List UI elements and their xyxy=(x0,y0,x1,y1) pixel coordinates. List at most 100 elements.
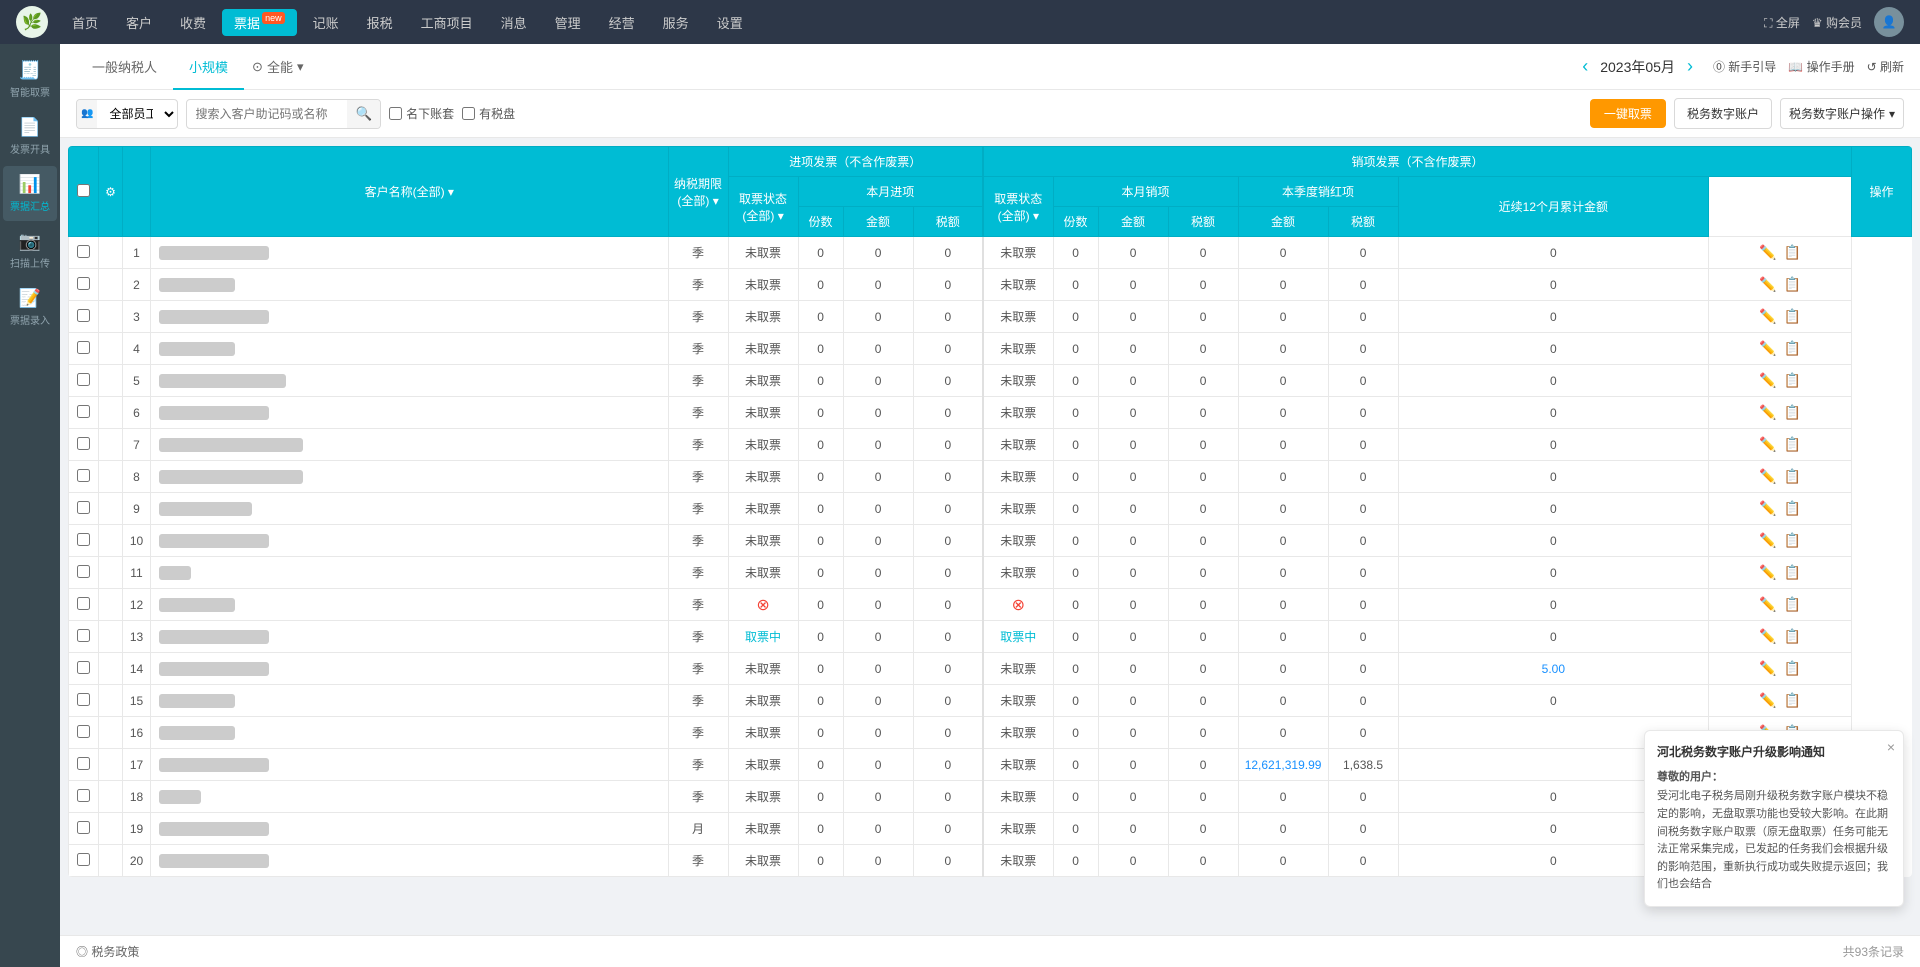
row-checkbox[interactable] xyxy=(77,437,90,450)
row-edit-btn[interactable]: ✏️ xyxy=(1757,402,1778,423)
sidebar-item-smart-invoice[interactable]: 🧾 智能取票 xyxy=(3,52,57,107)
row-checkbox[interactable] xyxy=(77,405,90,418)
row-edit-btn[interactable]: ✏️ xyxy=(1757,498,1778,519)
row-copy-btn[interactable]: 📋 xyxy=(1782,658,1803,679)
row-period-cell: 月 xyxy=(668,813,728,845)
row-copy-btn[interactable]: 📋 xyxy=(1782,626,1803,647)
nav-accounting[interactable]: 记账 xyxy=(301,9,351,36)
row-checkbox[interactable] xyxy=(77,373,90,386)
row-checkbox[interactable] xyxy=(77,853,90,866)
date-prev-arrow[interactable]: ‹ xyxy=(1582,56,1588,77)
nav-manage[interactable]: 管理 xyxy=(543,9,593,36)
user-avatar[interactable]: 👤 xyxy=(1874,7,1904,37)
row-copy-btn[interactable]: 📋 xyxy=(1782,434,1803,455)
nav-settings[interactable]: 设置 xyxy=(705,9,755,36)
refresh-btn[interactable]: ↺ 刷新 xyxy=(1867,58,1904,75)
row-copy-btn[interactable]: 📋 xyxy=(1782,530,1803,551)
nav-invoice[interactable]: 票据new xyxy=(222,9,297,36)
row-edit-btn[interactable]: ✏️ xyxy=(1757,338,1778,359)
select-all-checkbox[interactable] xyxy=(77,184,90,197)
row-checkbox[interactable] xyxy=(77,341,90,354)
nav-service[interactable]: 服务 xyxy=(651,9,701,36)
row-edit-btn[interactable]: ✏️ xyxy=(1757,658,1778,679)
row-copy-btn[interactable]: 📋 xyxy=(1782,338,1803,359)
row-edit-btn[interactable]: ✏️ xyxy=(1757,466,1778,487)
row-checkbox[interactable] xyxy=(77,469,90,482)
nav-income[interactable]: 收费 xyxy=(168,9,218,36)
nav-operation[interactable]: 经营 xyxy=(597,9,647,36)
row-copy-btn[interactable]: 📋 xyxy=(1782,562,1803,583)
tab-small[interactable]: 小规模 xyxy=(173,44,244,90)
ledger-checkbox-label[interactable]: 名下账套 xyxy=(389,105,454,122)
row-sales-tax-cell: 0 xyxy=(1168,269,1238,301)
row-checkbox[interactable] xyxy=(77,597,90,610)
member-btn[interactable]: ♛ 购会员 xyxy=(1812,14,1862,31)
customer-name-text: ████████████ xyxy=(159,854,269,868)
nav-message[interactable]: 消息 xyxy=(489,9,539,36)
tax-checkbox[interactable] xyxy=(462,107,475,120)
row-edit-btn[interactable]: ✏️ xyxy=(1757,306,1778,327)
tab-general[interactable]: 一般纳税人 xyxy=(76,44,173,90)
nav-tax[interactable]: 报税 xyxy=(355,9,405,36)
tax-action-btn[interactable]: 税务数字账户操作 ▾ xyxy=(1780,98,1904,129)
nav-business[interactable]: 工商项目 xyxy=(409,9,485,36)
row-edit-btn[interactable]: ✏️ xyxy=(1757,434,1778,455)
row-checkbox[interactable] xyxy=(77,629,90,642)
fullscreen-btn[interactable]: ⛶ 全屏 xyxy=(1764,14,1800,31)
row-checkbox[interactable] xyxy=(77,309,90,322)
row-edit-btn[interactable]: ✏️ xyxy=(1757,274,1778,295)
row-checkbox[interactable] xyxy=(77,789,90,802)
nav-customer[interactable]: 客户 xyxy=(114,9,164,36)
row-checkbox[interactable] xyxy=(77,821,90,834)
search-btn[interactable]: 🔍 xyxy=(347,100,380,128)
row-copy-btn[interactable]: 📋 xyxy=(1782,466,1803,487)
row-edit-btn[interactable]: ✏️ xyxy=(1757,242,1778,263)
row-edit-btn[interactable]: ✏️ xyxy=(1757,594,1778,615)
row-edit-btn[interactable]: ✏️ xyxy=(1757,370,1778,391)
row-copy-btn[interactable]: 📋 xyxy=(1782,498,1803,519)
cumulative-value[interactable]: 5.00 xyxy=(1542,662,1565,676)
row-checkbox[interactable] xyxy=(77,245,90,258)
date-next-arrow[interactable]: › xyxy=(1687,56,1693,77)
popup-close-btn[interactable]: × xyxy=(1887,739,1895,755)
new-guide-btn[interactable]: ⓪ 新手引导 xyxy=(1713,58,1776,75)
row-red-tax-cell: 0 xyxy=(1328,621,1398,653)
tab-all[interactable]: ⊙ 全能 ▾ xyxy=(244,46,311,88)
search-input[interactable] xyxy=(187,107,347,121)
row-copy-btn[interactable]: 📋 xyxy=(1782,242,1803,263)
row-checkbox[interactable] xyxy=(77,501,90,514)
row-copy-btn[interactable]: 📋 xyxy=(1782,306,1803,327)
row-edit-btn[interactable]: ✏️ xyxy=(1757,562,1778,583)
row-checkbox[interactable] xyxy=(77,661,90,674)
row-copy-btn[interactable]: 📋 xyxy=(1782,274,1803,295)
row-checkbox[interactable] xyxy=(77,757,90,770)
row-copy-btn[interactable]: 📋 xyxy=(1782,594,1803,615)
row-checkbox-cell xyxy=(69,333,99,365)
ledger-checkbox[interactable] xyxy=(389,107,402,120)
row-copy-btn[interactable]: 📋 xyxy=(1782,402,1803,423)
sidebar-item-open-invoice[interactable]: 📄 发票开具 xyxy=(3,109,57,164)
row-edit-btn[interactable]: ✏️ xyxy=(1757,690,1778,711)
row-sales-status-cell: 未取票 xyxy=(983,685,1053,717)
row-copy-btn[interactable]: 📋 xyxy=(1782,690,1803,711)
tax-account-btn[interactable]: 税务数字账户 xyxy=(1674,98,1772,129)
fetch-btn[interactable]: 一键取票 xyxy=(1590,99,1666,128)
row-copy-btn[interactable]: 📋 xyxy=(1782,370,1803,391)
sidebar-item-invoice-summary[interactable]: 📊 票据汇总 xyxy=(3,166,57,221)
row-checkbox[interactable] xyxy=(77,693,90,706)
tax-checkbox-label[interactable]: 有税盘 xyxy=(462,105,515,122)
sidebar-item-invoice-entry[interactable]: 📝 票据录入 xyxy=(3,280,57,335)
row-checkbox[interactable] xyxy=(77,277,90,290)
row-checkbox[interactable] xyxy=(77,533,90,546)
red-amount-value[interactable]: 12,621,319.99 xyxy=(1245,758,1322,772)
row-checkbox[interactable] xyxy=(77,565,90,578)
tax-policy-link[interactable]: ◎ 税务政策 xyxy=(76,943,139,960)
employee-select[interactable]: 全部员工 xyxy=(97,100,177,128)
row-red-amount-cell: 0 xyxy=(1238,365,1328,397)
nav-home[interactable]: 首页 xyxy=(60,9,110,36)
row-edit-btn[interactable]: ✏️ xyxy=(1757,530,1778,551)
row-edit-btn[interactable]: ✏️ xyxy=(1757,626,1778,647)
sidebar-item-scan-upload[interactable]: 📷 扫描上传 xyxy=(3,223,57,278)
manual-btn[interactable]: 📖 操作手册 xyxy=(1788,58,1854,75)
row-checkbox[interactable] xyxy=(77,725,90,738)
